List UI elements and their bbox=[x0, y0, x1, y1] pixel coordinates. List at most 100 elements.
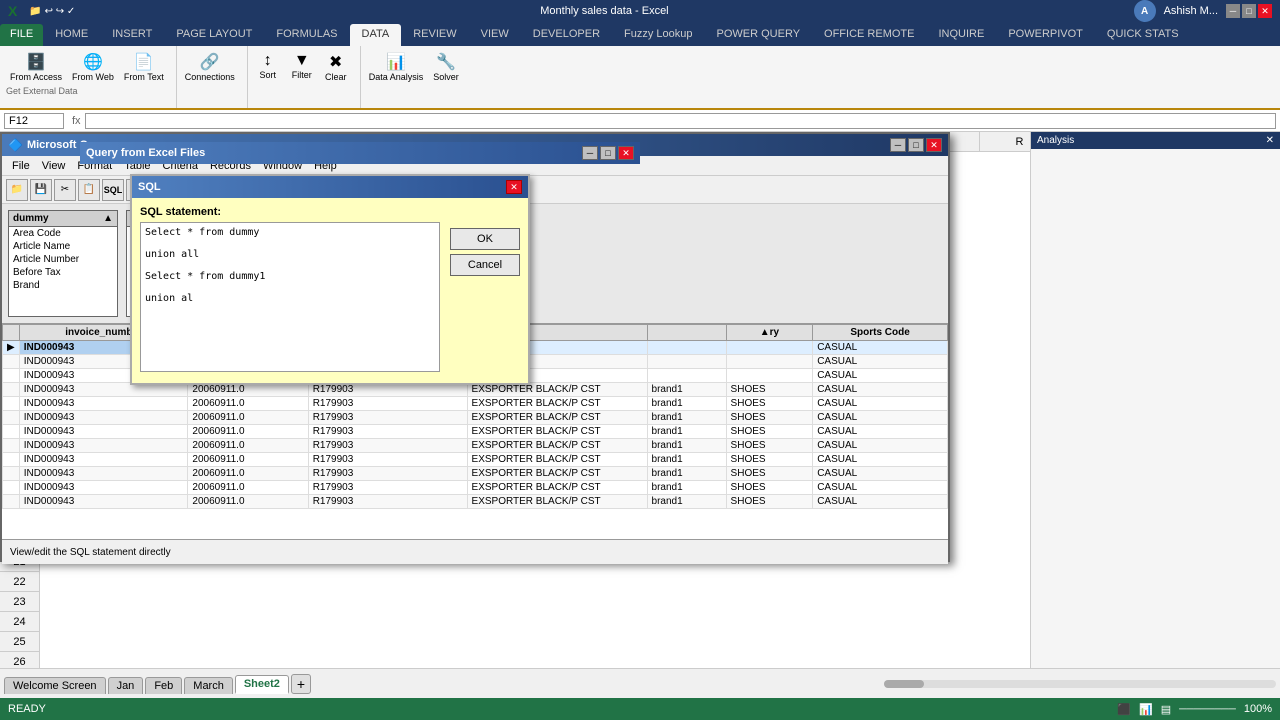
col-header-R[interactable]: R bbox=[980, 132, 1030, 152]
sql-label: SQL statement: bbox=[140, 206, 440, 218]
table-row: IND000943 20060911.0 R179903 EXSPORTER B… bbox=[3, 481, 948, 495]
tab-file[interactable]: FILE bbox=[0, 24, 43, 46]
mq-status-text: View/edit the SQL statement directly bbox=[10, 547, 171, 558]
status-zoom-slider[interactable]: ──────── bbox=[1179, 704, 1236, 715]
status-bar: READY ⬛ 📊 ▤ ──────── 100% bbox=[0, 698, 1280, 720]
filter-icon: ▼ bbox=[294, 52, 310, 70]
sql-close-button[interactable]: ✕ bbox=[506, 180, 522, 194]
formula-bar-separator: fx bbox=[68, 115, 85, 127]
mq-maximize-button[interactable]: □ bbox=[908, 138, 924, 152]
window-controls[interactable]: ─ □ ✕ bbox=[1226, 4, 1272, 18]
table-row: IND000943 20060911.0 R179903 EXSPORTER B… bbox=[3, 397, 948, 411]
from-access-button[interactable]: 🗄️ From Access bbox=[6, 50, 66, 84]
row-26[interactable]: 26 bbox=[0, 652, 40, 668]
sql-textarea[interactable]: Select * from dummy union all Select * f… bbox=[140, 222, 440, 372]
qfe-title-bar: Query from Excel Files ─ □ ✕ bbox=[80, 142, 640, 164]
mq-menu-file[interactable]: File bbox=[6, 158, 36, 174]
connections-icon: 🔗 bbox=[200, 52, 220, 72]
qfe-restore-button[interactable]: □ bbox=[600, 146, 616, 160]
mq-menu-view[interactable]: View bbox=[36, 158, 72, 174]
from-text-label: From Text bbox=[124, 72, 164, 82]
formula-bar: fx bbox=[0, 110, 1280, 132]
tab-fuzzylookup[interactable]: Fuzzy Lookup bbox=[612, 24, 704, 46]
sort-az-button[interactable]: ↕ Sort bbox=[252, 50, 284, 84]
tab-formulas[interactable]: FORMULAS bbox=[264, 24, 349, 46]
mq-tool-2[interactable]: 💾 bbox=[30, 179, 52, 201]
filter-button[interactable]: ▼ Filter bbox=[286, 50, 318, 84]
row-23[interactable]: 23 bbox=[0, 592, 40, 612]
sort-az-icon: ↕ bbox=[264, 52, 272, 70]
tab-powerquery[interactable]: POWER QUERY bbox=[705, 24, 813, 46]
mq-col-sports[interactable]: Sports Code bbox=[813, 325, 948, 341]
sql-ok-button[interactable]: OK bbox=[450, 228, 520, 250]
mq-close-button[interactable]: ✕ bbox=[926, 138, 942, 152]
mq-window-controls[interactable]: ─ □ ✕ bbox=[890, 138, 942, 152]
tab-inquire[interactable]: INQUIRE bbox=[926, 24, 996, 46]
table-row: IND000943 20060911.0 R179903 EXSPORTER B… bbox=[3, 467, 948, 481]
solver-button[interactable]: 🔧 Solver bbox=[429, 50, 463, 84]
close-button[interactable]: ✕ bbox=[1258, 4, 1272, 18]
excel-logo-icon: X bbox=[8, 3, 17, 19]
table-row: IND000943 20060911.0 R179903 EXSPORTER B… bbox=[3, 495, 948, 509]
mq-tool-3[interactable]: ✂ bbox=[54, 179, 76, 201]
tab-developer[interactable]: DEVELOPER bbox=[521, 24, 612, 46]
data-analysis-label: Data Analysis bbox=[369, 72, 424, 82]
analysis-panel-header: Analysis bbox=[1037, 135, 1074, 146]
sql-dialog: SQL ✕ SQL statement: Select * from dummy… bbox=[130, 174, 530, 385]
tab-powerpivot[interactable]: POWERPIVOT bbox=[996, 24, 1095, 46]
tab-jan[interactable]: Jan bbox=[108, 677, 144, 694]
mq-tool-1[interactable]: 📁 bbox=[6, 179, 28, 201]
tab-insert[interactable]: INSERT bbox=[100, 24, 164, 46]
mq-col-category[interactable]: ▲ry bbox=[726, 325, 813, 341]
tab-review[interactable]: REVIEW bbox=[401, 24, 468, 46]
user-avatar: A bbox=[1134, 0, 1156, 22]
ribbon-tabs: FILE HOME INSERT PAGE LAYOUT FORMULAS DA… bbox=[0, 22, 1280, 46]
tab-view[interactable]: VIEW bbox=[469, 24, 521, 46]
from-text-button[interactable]: 📄 From Text bbox=[120, 50, 168, 84]
row-22[interactable]: 22 bbox=[0, 572, 40, 592]
table-row: IND000943 20060911.0 R179903 EXSPORTER B… bbox=[3, 411, 948, 425]
connections-button[interactable]: 🔗 Connections bbox=[181, 50, 239, 84]
from-web-label: From Web bbox=[72, 72, 114, 82]
mq-minimize-button[interactable]: ─ bbox=[890, 138, 906, 152]
tab-quickstats[interactable]: QUICK STATS bbox=[1095, 24, 1191, 46]
status-icon-3: ▤ bbox=[1161, 703, 1171, 716]
qfe-overlay: Query from Excel Files ─ □ ✕ SQL ✕ SQL s… bbox=[80, 142, 640, 375]
row-25[interactable]: 25 bbox=[0, 632, 40, 652]
from-web-button[interactable]: 🌐 From Web bbox=[68, 50, 118, 84]
clear-button[interactable]: ✖ Clear bbox=[320, 50, 352, 84]
close-panel-icon[interactable]: ✕ bbox=[1266, 135, 1274, 146]
row-24[interactable]: 24 bbox=[0, 612, 40, 632]
qfe-close-button[interactable]: ✕ bbox=[618, 146, 634, 160]
qfe-minimize-button[interactable]: ─ bbox=[582, 146, 598, 160]
solver-icon: 🔧 bbox=[436, 52, 456, 72]
name-box[interactable] bbox=[4, 113, 64, 129]
status-icon-1: ⬛ bbox=[1117, 703, 1131, 716]
sql-cancel-button[interactable]: Cancel bbox=[450, 254, 520, 276]
tab-pagelayout[interactable]: PAGE LAYOUT bbox=[164, 24, 264, 46]
mq-status-bar: View/edit the SQL statement directly bbox=[2, 539, 948, 564]
title-bar: X 📁 ↩ ↪ ✓ Monthly sales data - Excel A A… bbox=[0, 0, 1280, 22]
app-title: Monthly sales data - Excel bbox=[75, 5, 1133, 17]
tab-officeremote[interactable]: OFFICE REMOTE bbox=[812, 24, 926, 46]
minimize-button[interactable]: ─ bbox=[1226, 4, 1240, 18]
tab-feb[interactable]: Feb bbox=[145, 677, 182, 694]
tab-march[interactable]: March bbox=[184, 677, 233, 694]
analysis-icon: 📊 bbox=[386, 52, 406, 72]
table-row: IND000943 20060911.0 R179903 EXSPORTER B… bbox=[3, 439, 948, 453]
add-sheet-button[interactable]: + bbox=[291, 674, 311, 694]
status-icon-2: 📊 bbox=[1139, 703, 1153, 716]
qfe-controls[interactable]: ─ □ ✕ bbox=[582, 146, 634, 160]
mq-col-invoice bbox=[3, 325, 20, 341]
title-bar-left: X 📁 ↩ ↪ ✓ bbox=[8, 3, 75, 19]
status-zoom-level: 100% bbox=[1244, 703, 1272, 715]
maximize-button[interactable]: □ bbox=[1242, 4, 1256, 18]
mq-col-brand[interactable] bbox=[647, 325, 726, 341]
tab-sheet2[interactable]: Sheet2 bbox=[235, 675, 289, 694]
data-analysis-button[interactable]: 📊 Data Analysis bbox=[365, 50, 428, 84]
formula-bar-input[interactable] bbox=[85, 113, 1276, 129]
tab-home[interactable]: HOME bbox=[43, 24, 100, 46]
sql-title-bar: SQL ✕ bbox=[132, 176, 528, 198]
tab-data[interactable]: DATA bbox=[350, 24, 402, 46]
tab-welcome-screen[interactable]: Welcome Screen bbox=[4, 677, 106, 694]
